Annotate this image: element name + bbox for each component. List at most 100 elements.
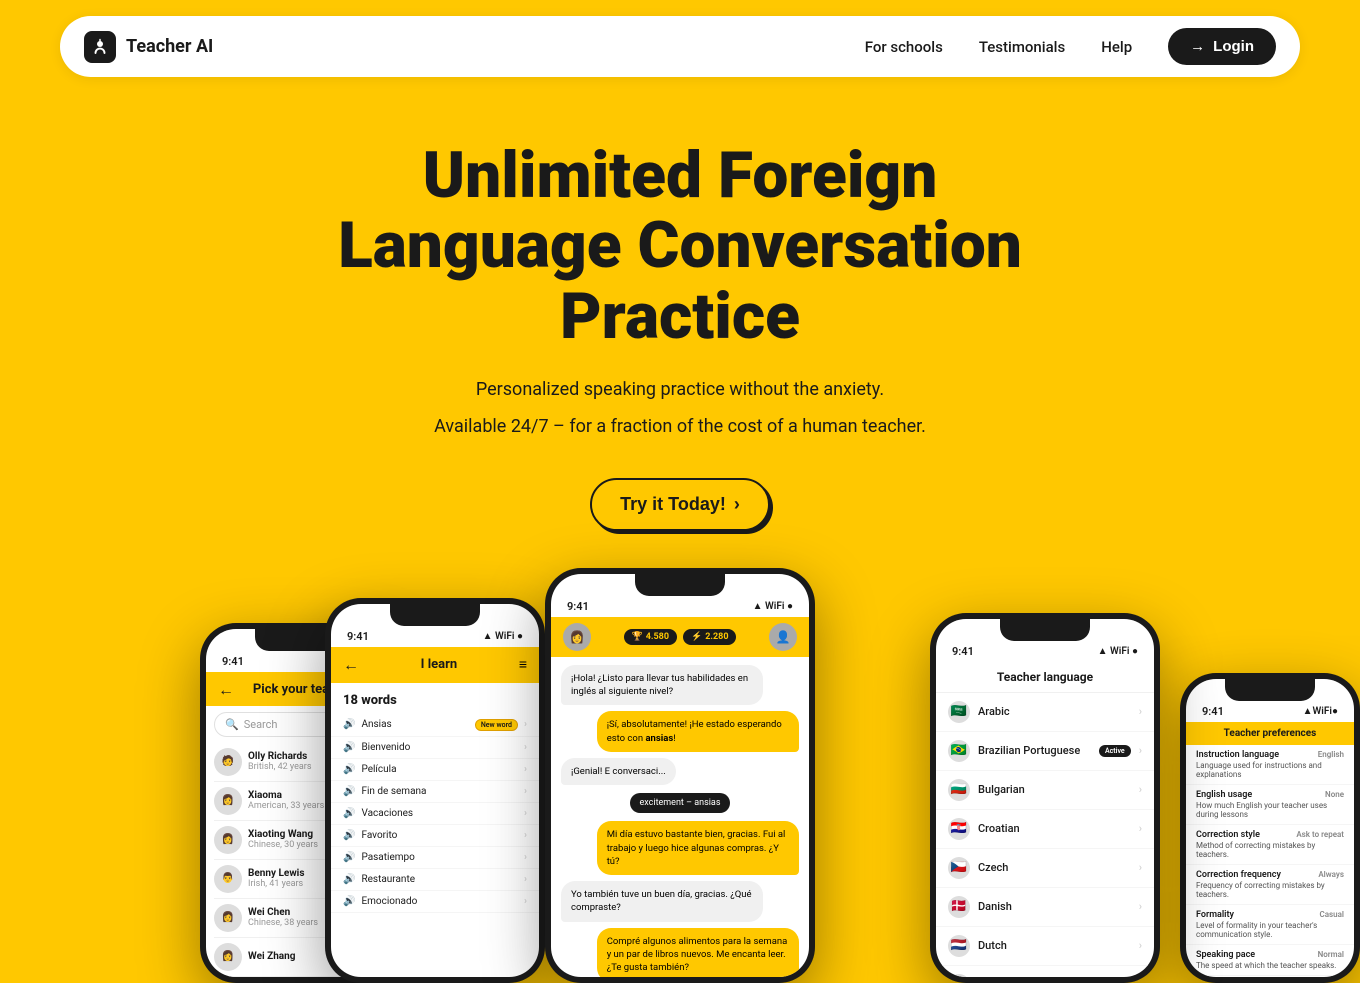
pref-item-desc: How much English your teacher uses durin… (1196, 801, 1344, 819)
lang-item[interactable]: 🇧🇷 Brazilian Portuguese Active › (936, 732, 1154, 771)
speaker-icon: 🔊 (343, 852, 355, 863)
new-word-badge: New word (475, 719, 518, 731)
word-label: Pasatiempo (361, 852, 518, 863)
phone-notch (390, 604, 480, 626)
word-label: Película (361, 764, 518, 775)
chevron-icon: › (524, 830, 527, 841)
word-item[interactable]: 🔊 Restaurante › (331, 869, 539, 891)
login-button[interactable]: → Login (1168, 28, 1276, 65)
phone-chat: 9:41 ▲ WiFi ● 👩 🏆 4.580 ⚡ 2.280 (545, 568, 815, 983)
phone-words-screen: 9:41 ▲ WiFi ● ← I learn ≡ 18 words 🔊 Ans… (331, 604, 539, 977)
logo[interactable]: Teacher AI (84, 31, 213, 63)
chat-avatar: 👩 (563, 623, 591, 651)
lang-item-croatian[interactable]: 🇭🇷 Croatian › (936, 810, 1154, 849)
status-icons: ▲ WiFi ● (483, 631, 523, 642)
stat-icon: ⚡ (691, 632, 702, 642)
pref-item[interactable]: Speaking pace Normal The speed at which … (1186, 945, 1354, 976)
time: 9:41 (1202, 705, 1224, 718)
lang-name: Czech (978, 861, 1131, 874)
word-item[interactable]: 🔊 Bienvenido › (331, 737, 539, 759)
word-item[interactable]: 🔊 Ansias New word › (331, 714, 539, 737)
word-label: Ansias (361, 719, 468, 730)
word-item[interactable]: 🔊 Emocionado › (331, 891, 539, 913)
words-count: 18 words (343, 693, 397, 708)
cta-icon: › (734, 494, 740, 515)
teacher-avatar: 👨 (214, 865, 242, 893)
pref-item-value: Always (1318, 870, 1344, 879)
chevron-icon: › (524, 852, 527, 863)
phone-preferences: 9:41 ▲WiFi● Teacher preferences Instruct… (1180, 673, 1360, 983)
pref-item[interactable]: Instruction language English Language us… (1186, 745, 1354, 785)
status-bar: 9:41 ▲ WiFi ● (936, 641, 1154, 662)
message-bubble: ¡Genial! E conversaci... (561, 758, 676, 785)
speaker-icon: 🔊 (343, 896, 355, 907)
pref-item[interactable]: English usage None How much English your… (1186, 785, 1354, 825)
teacher-avatar: 👩 (214, 904, 242, 932)
word-label: Bienvenido (361, 742, 518, 753)
message-bubble: Mi día estuvo bastante bien, gracias. Fu… (597, 821, 799, 875)
chat-messages: ¡Hola! ¿Listo para llevar tus habilidade… (551, 657, 809, 977)
lang-item[interactable]: 🇩🇰 Danish › (936, 888, 1154, 927)
pref-item-value: Normal (1318, 950, 1344, 959)
chevron-icon: › (524, 896, 527, 907)
phones-section: 9:41 ▲WiFi● ← Pick your teacher ≡ 🔍 Sear… (0, 563, 1360, 983)
pref-item[interactable]: Correction frequency Always Frequency of… (1186, 865, 1354, 905)
lang-flag: 🇩🇰 (948, 896, 970, 918)
back-arrow-icon[interactable]: ← (343, 655, 359, 675)
back-arrow-icon[interactable]: ← (218, 680, 234, 700)
word-item[interactable]: 🔊 Fin de semana › (331, 781, 539, 803)
word-item[interactable]: 🔊 Película › (331, 759, 539, 781)
lang-flag: 🇳🇱 (948, 935, 970, 957)
hero-title: Unlimited Foreign Language Conversation … (280, 141, 1080, 352)
stat-badge-2: ⚡ 2.280 (683, 629, 736, 645)
pref-item-title: Correction style Ask to repeat (1196, 830, 1344, 840)
lang-item[interactable]: 🇬🇧 English (UK) › (936, 966, 1154, 977)
lang-name: Arabic (978, 705, 1131, 718)
speaker-icon: 🔊 (343, 874, 355, 885)
message-bubble: ¡Hola! ¿Listo para llevar tus habilidade… (561, 665, 763, 706)
status-bar: 9:41 ▲WiFi● (1186, 701, 1354, 722)
logo-icon (84, 31, 116, 63)
nav-testimonials[interactable]: Testimonials (979, 38, 1065, 56)
phone-notch (1225, 679, 1315, 701)
lang-item[interactable]: 🇨🇿 Czech › (936, 849, 1154, 888)
lang-flag: 🇬🇧 (948, 974, 970, 977)
nav-help[interactable]: Help (1101, 38, 1132, 56)
phone-center-screen: 9:41 ▲ WiFi ● 👩 🏆 4.580 ⚡ 2.280 (551, 574, 809, 977)
try-today-button[interactable]: Try it Today! › (590, 478, 770, 531)
pref-item-desc: Language used for instructions and expla… (1196, 761, 1344, 779)
filter-icon[interactable]: ≡ (519, 656, 527, 673)
pref-item-title: Formality Casual (1196, 910, 1344, 920)
word-label: Vacaciones (361, 808, 518, 819)
lang-flag: 🇨🇿 (948, 857, 970, 879)
speaker-icon: 🔊 (343, 764, 355, 775)
word-item[interactable]: 🔊 Pasatiempo › (331, 847, 539, 869)
word-item[interactable]: 🔊 Vacaciones › (331, 803, 539, 825)
word-label: Fin de semana (361, 786, 518, 797)
chat-stats: 🏆 4.580 ⚡ 2.280 (624, 629, 737, 645)
pref-item-desc: Frequency of correcting mistakes by teac… (1196, 881, 1344, 899)
lang-item[interactable]: 🇧🇬 Bulgarian › (936, 771, 1154, 810)
lang-item[interactable]: 🇸🇦 Arabic › (936, 693, 1154, 732)
lang-name: Danish (978, 900, 1131, 913)
nav-for-schools[interactable]: For schools (865, 38, 943, 56)
pref-item-title: Correction frequency Always (1196, 870, 1344, 880)
stat-value: 2.280 (705, 632, 728, 642)
pref-list: Instruction language English Language us… (1186, 745, 1354, 976)
pref-item[interactable]: Formality Casual Level of formality in y… (1186, 905, 1354, 945)
teacher-avatar: 👩 (214, 826, 242, 854)
lang-flag: 🇭🇷 (948, 818, 970, 840)
lang-item-dutch[interactable]: 🇳🇱 Dutch › (936, 927, 1154, 966)
lang-chevron-icon: › (1139, 939, 1142, 952)
message-bubble: Compré algunos alimentos para la semana … (597, 928, 799, 977)
word-item[interactable]: 🔊 Favorito › (331, 825, 539, 847)
lang-name-dutch: Dutch (978, 939, 1131, 952)
search-placeholder: Search (244, 718, 278, 731)
lang-chevron-icon: › (1139, 705, 1142, 718)
search-icon: 🔍 (225, 718, 239, 731)
speaker-icon: 🔊 (343, 786, 355, 797)
pref-item-value: Ask to repeat (1296, 830, 1344, 839)
language-list: 🇸🇦 Arabic › 🇧🇷 Brazilian Portuguese Acti… (936, 693, 1154, 977)
message-bubble: ¡Sí, absolutamente! ¡He estado esperando… (597, 711, 799, 752)
teacher-avatar: 👩 (214, 943, 242, 971)
